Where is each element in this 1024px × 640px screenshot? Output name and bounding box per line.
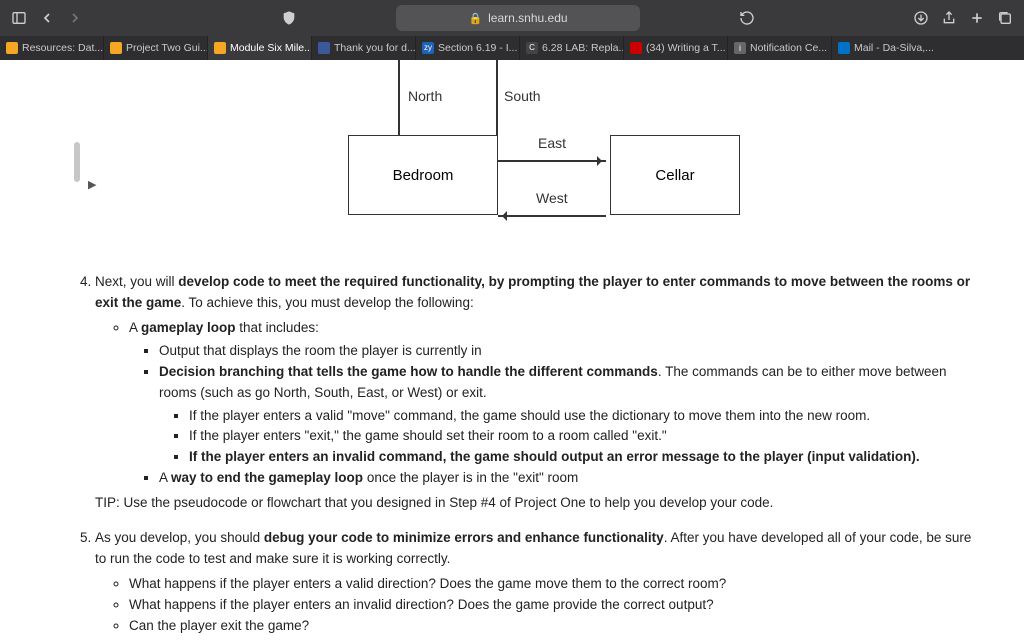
download-icon[interactable] — [910, 7, 932, 29]
bookmarks-bar: Resources: Dat... Project Two Gui... Mod… — [0, 36, 1024, 60]
step-4: Next, you will develop code to meet the … — [95, 272, 974, 514]
bookmark-item[interactable]: Project Two Gui... — [104, 36, 208, 60]
room-cellar: Cellar — [610, 135, 740, 215]
arrow-east — [498, 160, 606, 162]
room-diagram: North South Bedroom Cellar East West — [280, 60, 994, 260]
page-content: ▶ North South Bedroom Cellar East West N… — [0, 60, 1024, 640]
tabs-icon[interactable] — [994, 7, 1016, 29]
back-icon[interactable] — [36, 7, 58, 29]
dir-label-east: East — [538, 135, 566, 151]
bookmark-item[interactable]: (34) Writing a T... — [624, 36, 728, 60]
address-bar[interactable]: 🔒 learn.snhu.edu — [396, 5, 640, 31]
scrollbar-thumb[interactable] — [74, 142, 80, 182]
sidebar-toggle-icon[interactable] — [8, 7, 30, 29]
url-text: learn.snhu.edu — [488, 11, 567, 25]
bookmark-item[interactable]: C6.28 LAB: Repla... — [520, 36, 624, 60]
browser-toolbar: 🔒 learn.snhu.edu — [0, 0, 1024, 36]
dir-label-west: West — [536, 190, 568, 206]
bookmark-item[interactable]: Thank you for d... — [312, 36, 416, 60]
bookmark-item-active[interactable]: Module Six Mile... — [208, 36, 312, 60]
instruction-text: Next, you will develop code to meet the … — [30, 260, 994, 640]
step-5: As you develop, you should debug your co… — [95, 528, 974, 637]
shield-icon[interactable] — [278, 7, 300, 29]
new-tab-icon[interactable] — [966, 7, 988, 29]
reload-icon[interactable] — [736, 7, 758, 29]
bookmark-item[interactable]: Resources: Dat... — [0, 36, 104, 60]
dir-label-north: North — [408, 88, 442, 104]
arrow-west — [498, 215, 606, 217]
bookmark-item[interactable]: iNotification Ce... — [728, 36, 832, 60]
room-bedroom: Bedroom — [348, 135, 498, 215]
forward-icon[interactable] — [64, 7, 86, 29]
dir-label-south: South — [504, 88, 541, 104]
expand-chevron-icon[interactable]: ▶ — [88, 178, 96, 191]
share-icon[interactable] — [938, 7, 960, 29]
lock-icon: 🔒 — [468, 12, 482, 25]
bookmark-item[interactable]: zySection 6.19 - I... — [416, 36, 520, 60]
bookmark-item[interactable]: Mail - Da-Silva,... — [832, 36, 936, 60]
